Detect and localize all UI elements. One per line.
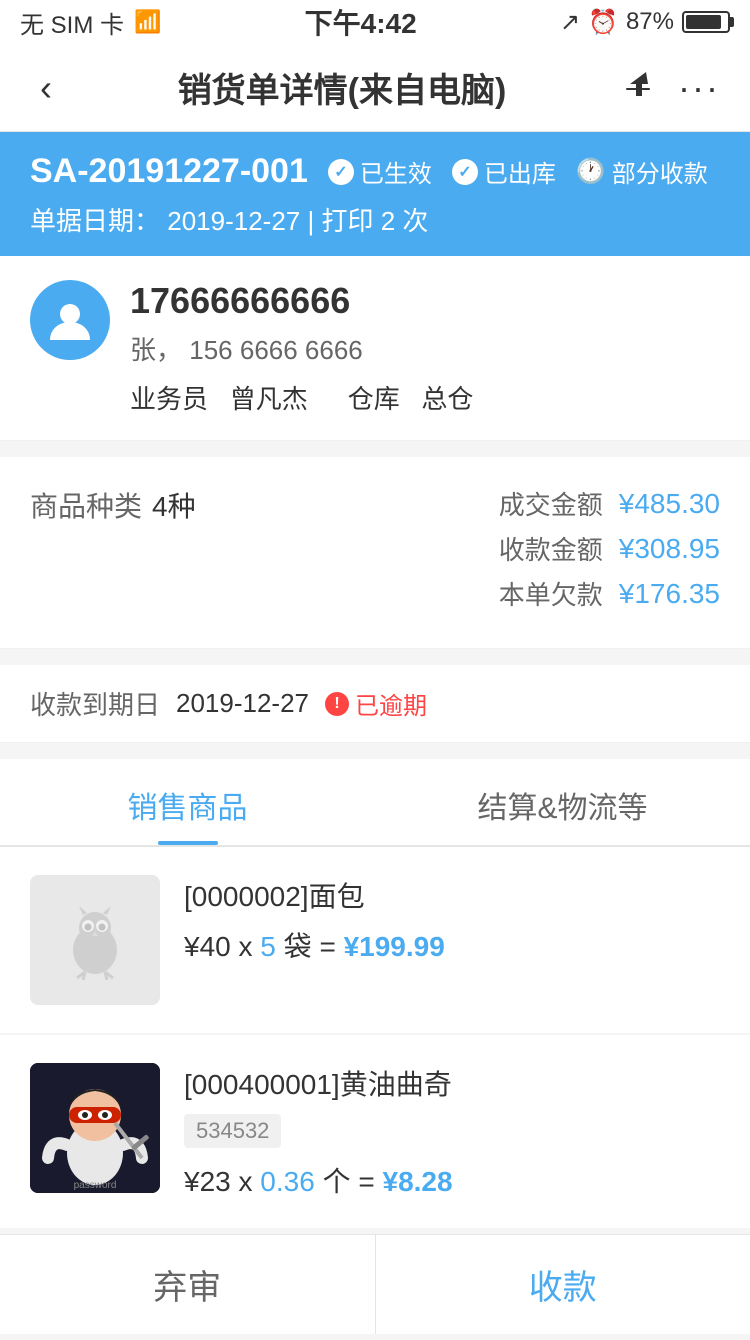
product-details-2: [000400001]黄油曲奇 534532 ¥23 x 0.36 个 = ¥8… (184, 1063, 720, 1200)
status-bar-left: 无 SIM 卡 📶 (20, 5, 161, 40)
back-button[interactable]: ‹ (30, 57, 62, 119)
product-qty-1: 5 (260, 931, 276, 962)
more-icon[interactable]: ··· (678, 67, 720, 109)
check-icon-2: ✓ (452, 159, 478, 185)
product-price-1: ¥40 x 5 袋 = ¥199.99 (184, 925, 720, 965)
overdue-icon: ! (325, 692, 349, 716)
svg-text:password: password (74, 1180, 117, 1191)
deal-amount-row: 成交金额 ¥485.30 (499, 485, 720, 522)
received-label: 收款金额 (499, 530, 603, 567)
list-item: [0000002]面包 ¥40 x 5 袋 = ¥199.99 (0, 847, 750, 1033)
share-icon[interactable] (622, 68, 654, 108)
debt-value: ¥176.35 (619, 578, 720, 610)
product-name-1: [0000002]面包 (184, 875, 720, 915)
print-count: 2 (381, 206, 395, 236)
cancel-button[interactable]: 弃审 (0, 1235, 376, 1334)
status-shipped: ✓ 已出库 (452, 154, 556, 189)
received-value: ¥308.95 (619, 533, 720, 565)
product-total-2: ¥8.28 (383, 1166, 453, 1197)
check-icon-1: ✓ (328, 159, 354, 185)
customer-info: 17666666666 张， 156 6666 6666 业务员 曾凡杰 仓库 … (130, 280, 720, 416)
product-count: 4种 (152, 485, 196, 525)
debt-label: 本单欠款 (499, 575, 603, 612)
tab-settlement-logistics[interactable]: 结算&物流等 (375, 759, 750, 845)
customer-meta: 业务员 曾凡杰 仓库 总仓 (130, 379, 720, 416)
salesperson-name: 曾凡杰 (230, 384, 308, 414)
order-header-top: SA-20191227-001 ✓ 已生效 ✓ 已出库 🕐 部分收款 (30, 152, 720, 191)
product-sku-2: 534532 (184, 1114, 281, 1148)
status-bar-right: ↗ ⏰ 87% (560, 8, 730, 37)
due-date-value: 2019-12-27 (176, 688, 309, 719)
list-item: password [000400001]黄油曲奇 534532 ¥23 x 0.… (0, 1035, 750, 1228)
amount-area: 成交金额 ¥485.30 收款金额 ¥308.95 本单欠款 ¥176.35 (499, 485, 720, 620)
order-header: SA-20191227-001 ✓ 已生效 ✓ 已出库 🕐 部分收款 单据日期：… (0, 132, 750, 256)
product-total-1: ¥199.99 (344, 931, 445, 962)
status-partial: 🕐 部分收款 (576, 154, 708, 189)
status-effective: ✓ 已生效 (328, 154, 432, 189)
product-list: [0000002]面包 ¥40 x 5 袋 = ¥199.99 (0, 847, 750, 1228)
print-label: | 打印 (307, 206, 373, 236)
product-type-label: 商品种类 (30, 485, 142, 525)
battery-fill (686, 15, 721, 29)
deal-amount-label: 成交金额 (499, 485, 603, 522)
tab-sales-products[interactable]: 销售商品 (0, 759, 375, 845)
print-suffix: 次 (402, 206, 428, 236)
order-date-line: 单据日期： 2019-12-27 | 打印 2 次 (30, 201, 720, 238)
warehouse-label: 仓库 总仓 (348, 379, 474, 416)
customer-name: 张， 156 6666 6666 (130, 330, 720, 367)
summary-section: 商品种类 4种 成交金额 ¥485.30 收款金额 ¥308.95 本单欠款 ¥… (0, 457, 750, 649)
tabs-section: 销售商品 结算&物流等 (0, 759, 750, 847)
overdue-text: 已逾期 (355, 686, 427, 721)
battery-bar (682, 11, 730, 33)
received-amount-row: 收款金额 ¥308.95 (499, 530, 720, 567)
product-details-1: [0000002]面包 ¥40 x 5 袋 = ¥199.99 (184, 875, 720, 965)
order-id: SA-20191227-001 (30, 152, 308, 191)
page-title: 销货单详情(来自电脑) (178, 63, 507, 112)
deal-amount-value: ¥485.30 (619, 488, 720, 520)
battery-percent: 87% (626, 8, 674, 36)
order-date: 2019-12-27 (167, 206, 300, 236)
product-thumbnail-2: password (30, 1063, 160, 1193)
confirm-payment-button[interactable]: 收款 (376, 1235, 750, 1334)
product-count-area: 商品种类 4种 (30, 485, 196, 525)
date-label: 单据日期： (30, 206, 160, 236)
carrier-text: 无 SIM 卡 (20, 5, 124, 40)
overdue-badge: ! 已逾期 (325, 686, 427, 721)
summary-row: 商品种类 4种 成交金额 ¥485.30 收款金额 ¥308.95 本单欠款 ¥… (30, 485, 720, 620)
wifi-icon: 📶 (134, 9, 161, 35)
status-bar: 无 SIM 卡 📶 下午4:42 ↗ ⏰ 87% (0, 0, 750, 44)
nav-bar: ‹ 销货单详情(来自电脑) ··· (0, 44, 750, 132)
customer-section: 17666666666 张， 156 6666 6666 业务员 曾凡杰 仓库 … (0, 256, 750, 441)
nav-right-actions: ··· (622, 67, 720, 109)
customer-id: 17666666666 (130, 280, 720, 322)
location-icon: ↗ (560, 8, 580, 37)
bottom-bar: 弃审 收款 (0, 1234, 750, 1334)
product-name-2: [000400001]黄油曲奇 (184, 1063, 720, 1103)
product-qty-2: 0.36 (260, 1166, 315, 1197)
sales-label: 业务员 曾凡杰 (130, 379, 308, 416)
customer-avatar (30, 280, 110, 360)
status-bar-time: 下午4:42 (305, 2, 417, 42)
due-date-section: 收款到期日 2019-12-27 ! 已逾期 (0, 665, 750, 743)
alarm-icon: ⏰ (588, 8, 618, 37)
warehouse-name: 总仓 (421, 384, 473, 414)
product-price-2: ¥23 x 0.36 个 = ¥8.28 (184, 1160, 720, 1200)
clock-icon: 🕐 (576, 157, 606, 186)
debt-amount-row: 本单欠款 ¥176.35 (499, 575, 720, 612)
due-date-label: 收款到期日 (30, 685, 160, 722)
product-thumbnail-1 (30, 875, 160, 1005)
